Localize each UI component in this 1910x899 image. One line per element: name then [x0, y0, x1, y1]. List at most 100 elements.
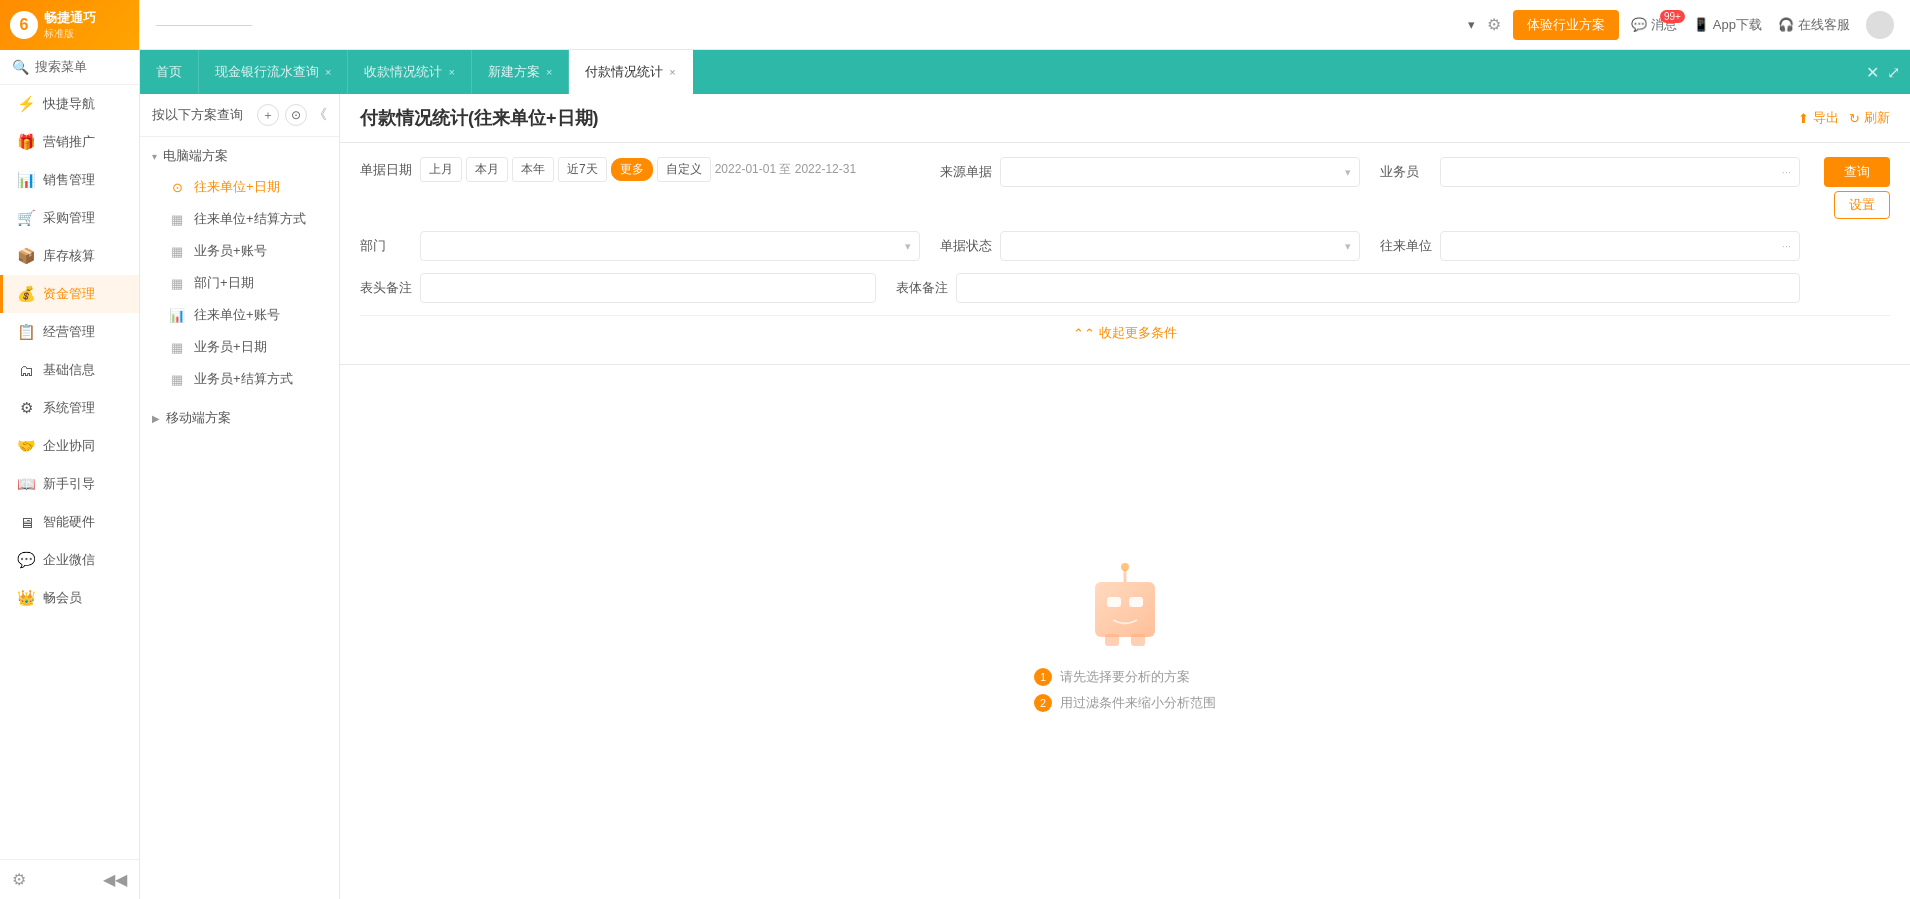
tab-new-scheme[interactable]: 新建方案 ×: [472, 50, 569, 94]
sidebar-item-system[interactable]: ⚙ 系统管理: [0, 389, 139, 427]
scheme-table-icon: ▦: [168, 210, 186, 228]
empty-state: 1 请先选择要分析的方案 2 用过滤条件来缩小分析范围: [340, 365, 1910, 899]
avatar[interactable]: [1866, 11, 1894, 39]
mobile-scheme-group: ▶ 移动端方案: [140, 399, 339, 437]
tab-bank-flow-close[interactable]: ×: [325, 66, 331, 78]
scheme-item-staff-account[interactable]: ▦ 业务员+账号: [140, 235, 339, 267]
filter-source-doc-label: 来源单据: [940, 163, 992, 181]
tab-bank-flow[interactable]: 现金银行流水查询 ×: [199, 50, 348, 94]
scheme-item-partner-date[interactable]: ⊙ 往来单位+日期: [140, 171, 339, 203]
scheme-settings-btn[interactable]: ⊙: [285, 104, 307, 126]
empty-tip-1: 1 请先选择要分析的方案: [1034, 668, 1216, 686]
collapse-sidebar-icon[interactable]: ◀◀: [103, 870, 127, 889]
settings-icon[interactable]: ⚙: [12, 870, 26, 889]
tab-home[interactable]: 首页: [140, 50, 199, 94]
sidebar-item-operation[interactable]: 📋 经营管理: [0, 313, 139, 351]
messages-btn[interactable]: 💬 消息 99+: [1631, 16, 1677, 34]
sidebar-item-hardware[interactable]: 🖥 智能硬件: [0, 503, 139, 541]
tab-new-scheme-close[interactable]: ×: [546, 66, 552, 78]
page-actions: ⬆ 导出 ↻ 刷新: [1798, 109, 1890, 127]
sidebar: 6 畅捷通巧 标准版 🔍 搜索菜单 ⚡ 快捷导航 🎁 营销推广 📊 销售管理 🛒…: [0, 0, 140, 899]
tab-receipt-stats-close[interactable]: ×: [448, 66, 454, 78]
topbar: ———————— ▾ ⚙ 体验行业方案 💬 消息 99+ 📱 App下载 🎧 在…: [140, 0, 1910, 50]
filter-staff-select[interactable]: ···: [1440, 157, 1800, 187]
mobile-scheme-group-header[interactable]: ▶ 移动端方案: [140, 403, 339, 433]
expand-tabs-icon[interactable]: ⤢: [1887, 63, 1900, 82]
sidebar-item-label: 系统管理: [43, 399, 95, 417]
sidebar-item-inventory[interactable]: 📦 库存核算: [0, 237, 139, 275]
breadcrumb-dropdown-icon[interactable]: ▾: [1468, 17, 1475, 32]
close-all-tabs-icon[interactable]: ✕: [1866, 63, 1879, 82]
export-icon: ⬆: [1798, 111, 1809, 126]
sidebar-item-label: 企业微信: [43, 551, 95, 569]
filter-body-note-input[interactable]: [956, 273, 1800, 303]
sidebar-item-label: 资金管理: [43, 285, 95, 303]
date-btn-last-month[interactable]: 上月: [420, 157, 462, 182]
pc-scheme-group-header[interactable]: ▾ 电脑端方案: [140, 141, 339, 171]
app-download-btn[interactable]: 📱 App下载: [1693, 16, 1762, 34]
query-btn[interactable]: 查询: [1824, 157, 1890, 187]
add-scheme-btn[interactable]: ＋: [257, 104, 279, 126]
online-service-btn[interactable]: 🎧 在线客服: [1778, 16, 1850, 34]
sidebar-item-finance[interactable]: 💰 资金管理: [0, 275, 139, 313]
member-icon: 👑: [17, 589, 35, 607]
date-btn-last-7-days[interactable]: 近7天: [558, 157, 607, 182]
phone-icon: 📱: [1693, 17, 1709, 32]
refresh-btn[interactable]: ↻ 刷新: [1849, 109, 1890, 127]
tab-payment-stats-label: 付款情况统计: [585, 63, 663, 81]
sidebar-item-marketing[interactable]: 🎁 营销推广: [0, 123, 139, 161]
scheme-item-staff-settle[interactable]: ▦ 业务员+结算方式: [140, 363, 339, 395]
scheme-panel-collapse-btn[interactable]: 《: [313, 106, 327, 124]
pc-scheme-group-label: 电脑端方案: [163, 147, 228, 165]
filter-row-2: 部门 ▾ 单据状态 ▾ 往来单位: [360, 231, 1890, 261]
filter-doc-status-select[interactable]: ▾: [1000, 231, 1360, 261]
date-btn-this-year[interactable]: 本年: [512, 157, 554, 182]
filter-doc-date-label: 单据日期: [360, 161, 412, 179]
topbar-gear-icon[interactable]: ⚙: [1487, 15, 1501, 34]
hardware-icon: 🖥: [17, 513, 35, 531]
breadcrumb: ————————: [156, 18, 1456, 32]
filter-header-note-label: 表头备注: [360, 279, 412, 297]
tab-receipt-stats[interactable]: 收款情况统计 ×: [348, 50, 471, 94]
headset-icon: 🎧: [1778, 17, 1794, 32]
tab-payment-stats-close[interactable]: ×: [669, 66, 675, 78]
search-menu-item[interactable]: 🔍 搜索菜单: [0, 50, 139, 85]
sidebar-item-quick-nav[interactable]: ⚡ 快捷导航: [0, 85, 139, 123]
sidebar-item-basic[interactable]: 🗂 基础信息: [0, 351, 139, 389]
sidebar-item-enterprise[interactable]: 🤝 企业协同: [0, 427, 139, 465]
sidebar-header: 6 畅捷通巧 标准版: [0, 0, 139, 50]
sidebar-item-sales[interactable]: 📊 销售管理: [0, 161, 139, 199]
sidebar-item-wechat[interactable]: 💬 企业微信: [0, 541, 139, 579]
sidebar-item-purchase[interactable]: 🛒 采购管理: [0, 199, 139, 237]
sidebar-item-label: 经营管理: [43, 323, 95, 341]
scheme-item-partner-settle[interactable]: ▦ 往来单位+结算方式: [140, 203, 339, 235]
scheme-item-staff-date[interactable]: ▦ 业务员+日期: [140, 331, 339, 363]
filter-partner-arrow: ···: [1782, 240, 1791, 252]
filter-body-note-label: 表体备注: [896, 279, 948, 297]
svg-rect-5: [1105, 634, 1119, 646]
filter-settings-btn[interactable]: 设置: [1834, 191, 1890, 219]
tab-payment-stats[interactable]: 付款情况统计 ×: [569, 50, 692, 94]
right-content: 付款情况统计(往来单位+日期) ⬆ 导出 ↻ 刷新 单: [340, 94, 1910, 899]
sidebar-app-subtitle: 标准版: [44, 27, 96, 41]
collapse-more-btn[interactable]: ⌃⌃ 收起更多条件: [360, 315, 1890, 350]
date-btn-more[interactable]: 更多: [611, 158, 653, 181]
export-btn[interactable]: ⬆ 导出: [1798, 109, 1839, 127]
filter-header-note-input[interactable]: [420, 273, 876, 303]
filter-partner-select[interactable]: ···: [1440, 231, 1800, 261]
sidebar-item-label: 库存核算: [43, 247, 95, 265]
sidebar-item-guide[interactable]: 📖 新手引导: [0, 465, 139, 503]
sidebar-item-label: 基础信息: [43, 361, 95, 379]
tabs-bar: 首页 现金银行流水查询 × 收款情况统计 × 新建方案 × 付款情况统计 × ✕…: [140, 50, 1910, 94]
filter-source-doc-select[interactable]: ▾: [1000, 157, 1360, 187]
filter-dept-select[interactable]: ▾: [420, 231, 920, 261]
trial-btn[interactable]: 体验行业方案: [1513, 10, 1619, 40]
sidebar-item-label: 快捷导航: [43, 95, 95, 113]
scheme-item-partner-account[interactable]: 📊 往来单位+账号: [140, 299, 339, 331]
date-btn-this-month[interactable]: 本月: [466, 157, 508, 182]
message-icon: 💬: [1631, 17, 1647, 32]
sidebar-item-member[interactable]: 👑 畅会员: [0, 579, 139, 617]
date-btn-custom[interactable]: 自定义: [657, 157, 711, 182]
scheme-item-dept-date[interactable]: ▦ 部门+日期: [140, 267, 339, 299]
content-area: 按以下方案查询 ＋ ⊙ 《 ▾ 电脑端方案 ⊙ 往来单位+日期 ▦: [140, 94, 1910, 899]
